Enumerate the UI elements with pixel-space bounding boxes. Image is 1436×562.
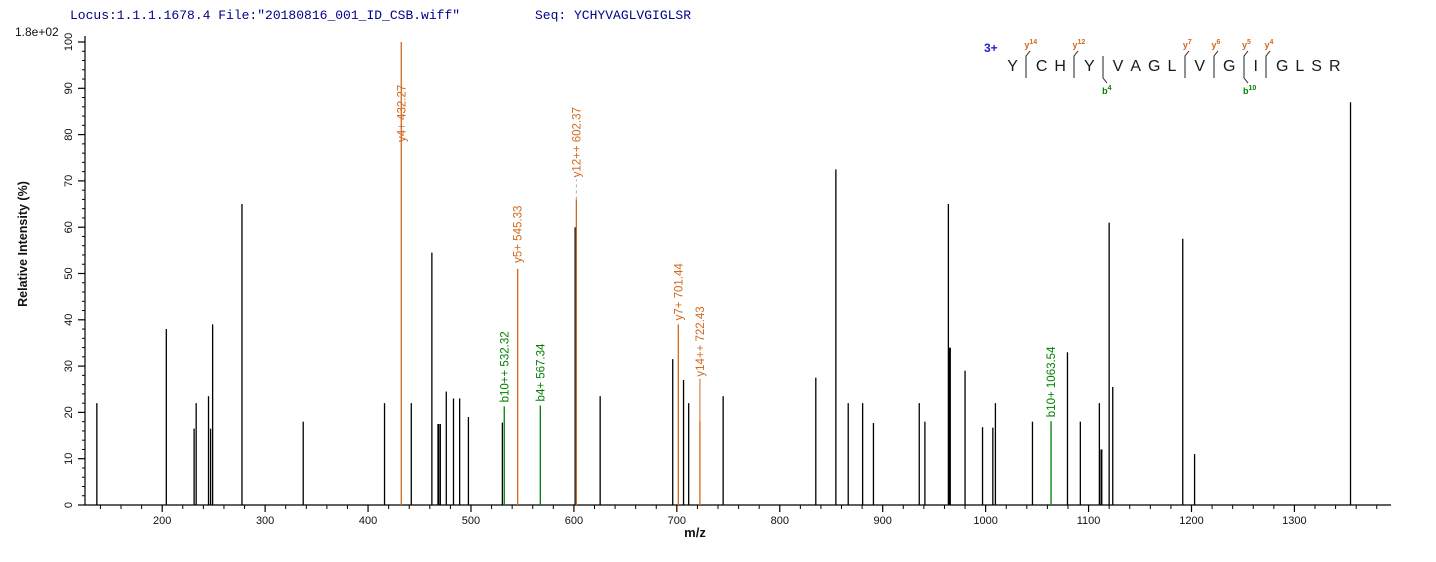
x-axis-title: m/z: [684, 525, 706, 540]
residue: Y: [1004, 41, 1022, 93]
fragmentation-divider: y4: [1261, 41, 1272, 93]
ion-label: y12++ 602.37: [571, 107, 583, 177]
y-tick-label: 20: [63, 406, 75, 418]
y-ion-marker-label: y6: [1212, 39, 1221, 50]
x-tick-label: 900: [874, 515, 892, 527]
divider-mark-icon: [1239, 50, 1250, 84]
y-tick-label: 50: [63, 267, 75, 279]
y-tick-label: 60: [63, 221, 75, 233]
y-tick-label: 40: [63, 314, 75, 326]
sequence-row: Yy14CHy12Yb4VAGLy7Vy6Gy5b10Iy4GLSR: [1004, 41, 1344, 93]
x-tick-label: 1100: [1077, 515, 1101, 527]
x-tick-label: 600: [565, 515, 583, 527]
residue: G: [1145, 41, 1164, 93]
y-tick-label: 100: [63, 33, 75, 51]
residue: H: [1051, 41, 1070, 93]
residue: V: [1191, 41, 1209, 93]
fragmentation-divider: y6: [1209, 41, 1220, 93]
ion-label: b10+ 1063.54: [1046, 346, 1058, 417]
peptide-sequence-panel: 3+ Yy14CHy12Yb4VAGLy7Vy6Gy5b10Iy4GLSR: [984, 41, 1344, 93]
divider-mark-icon: [1261, 50, 1272, 84]
ion-label: y4+ 432.27: [396, 85, 408, 142]
ion-label: b10++ 532.32: [499, 331, 511, 402]
y-axis-title: Relative Intensity (%): [16, 181, 30, 307]
residue: G: [1272, 41, 1291, 93]
x-tick-label: 500: [462, 515, 480, 527]
y-tick-label: 10: [63, 453, 75, 465]
divider-mark-icon: [1069, 50, 1080, 84]
x-tick-label: 200: [153, 515, 171, 527]
ion-label: b4+ 567.34: [535, 343, 547, 401]
y-tick-label: 70: [63, 175, 75, 187]
fragmentation-divider: y5b10: [1239, 41, 1250, 93]
x-tick-label: 800: [771, 515, 789, 527]
y-ion-marker-label: y4: [1264, 39, 1273, 50]
precursor-charge-label: 3+: [984, 41, 998, 55]
y-ion-marker-label: y7: [1183, 39, 1192, 50]
divider-mark-icon: [1021, 50, 1032, 84]
fragmentation-divider: y7: [1180, 41, 1191, 93]
fragmentation-divider: b4: [1098, 41, 1109, 93]
b-ion-marker-label: b10: [1243, 85, 1256, 96]
residue: R: [1325, 41, 1344, 93]
spectrum-viewer: Locus:1.1.1.1678.4 File:"20180816_001_ID…: [0, 0, 1436, 562]
residue: L: [1292, 41, 1308, 93]
y-ion-marker-label: y14: [1024, 39, 1037, 50]
x-tick-label: 300: [256, 515, 274, 527]
residue: S: [1308, 41, 1326, 93]
residue: V: [1109, 41, 1127, 93]
fragmentation-divider: y12: [1069, 41, 1080, 93]
y-tick-label: 90: [63, 82, 75, 94]
ion-label: y14++ 722.43: [695, 306, 707, 376]
divider-mark-icon: [1209, 50, 1220, 84]
x-tick-label: 1200: [1179, 515, 1203, 527]
fragmentation-divider: y14: [1021, 41, 1032, 93]
b-ion-marker-label: b4: [1102, 85, 1111, 96]
y-tick-label: 30: [63, 360, 75, 372]
residue: L: [1164, 41, 1180, 93]
x-tick-label: 1300: [1282, 515, 1306, 527]
y-ion-marker-label: y5: [1242, 39, 1251, 50]
y-tick-label: 80: [63, 128, 75, 140]
y-tick-label: 0: [63, 502, 75, 508]
x-tick-label: 1000: [973, 515, 997, 527]
residue: G: [1220, 41, 1239, 93]
residue: A: [1127, 41, 1145, 93]
x-tick-label: 400: [359, 515, 377, 527]
ion-label: y7+ 701.44: [673, 263, 685, 321]
ion-label: y5+ 545.33: [513, 206, 525, 263]
y-ion-marker-label: y12: [1072, 39, 1085, 50]
divider-mark-icon: [1098, 50, 1109, 84]
divider-mark-icon: [1180, 50, 1191, 84]
